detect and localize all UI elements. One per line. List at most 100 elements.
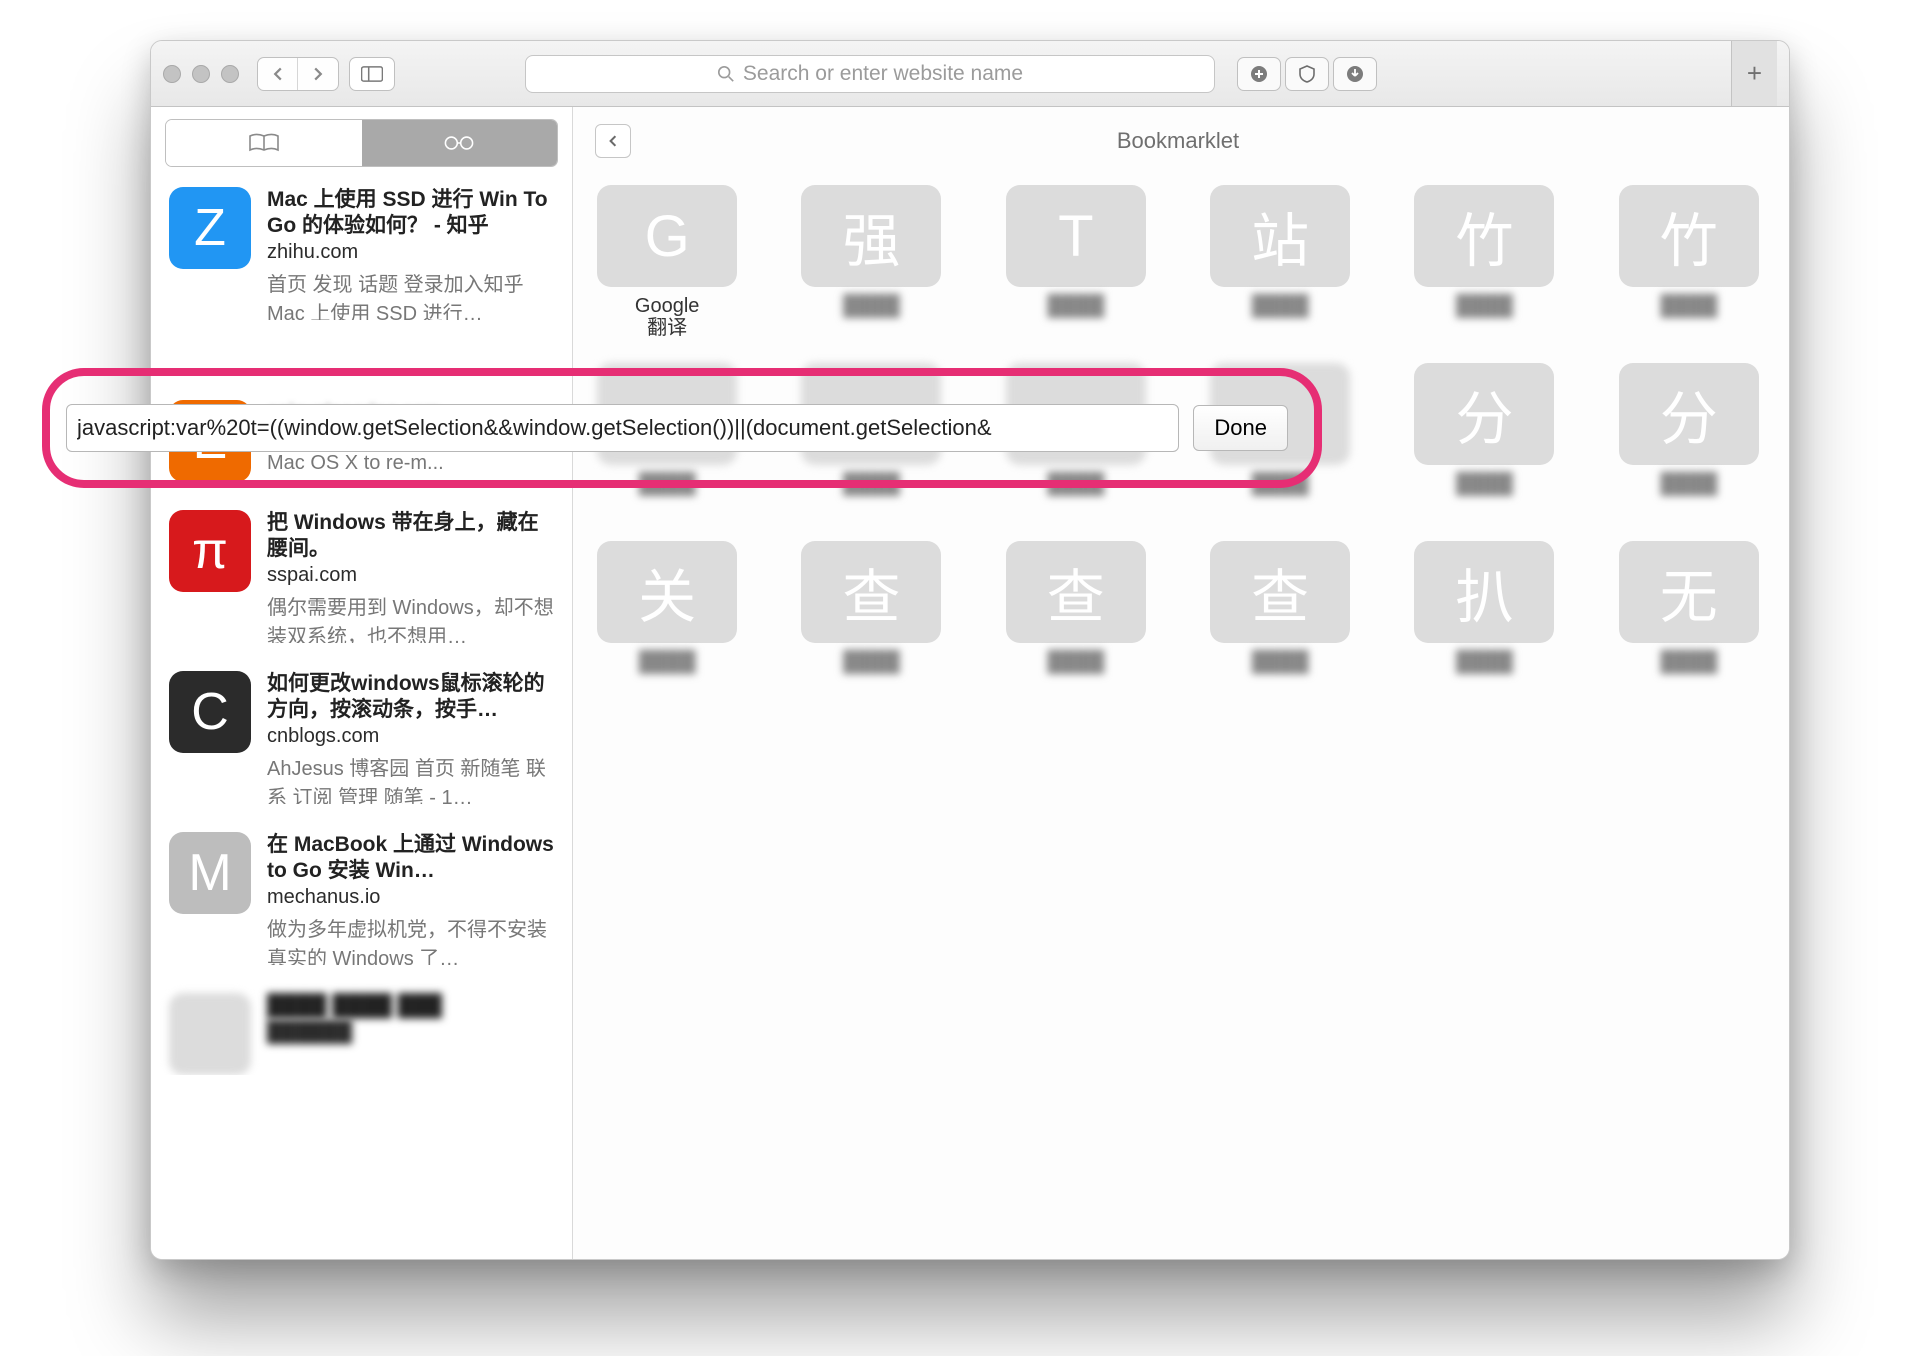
bookmark-tile[interactable]: 查 ████ xyxy=(799,541,943,697)
bookmark-tile[interactable]: 竹 ████ xyxy=(1412,185,1556,341)
bookmark-tile[interactable]: 扒 ████ xyxy=(1412,541,1556,697)
bookmark-thumb: 无 xyxy=(1619,541,1759,643)
edit-bookmark-url-popover: Done xyxy=(42,368,1322,488)
bookmark-tile[interactable]: 无 ████ xyxy=(1617,541,1761,697)
zoom-window-button[interactable] xyxy=(221,65,239,83)
book-icon xyxy=(247,132,281,154)
bookmark-thumb: T xyxy=(1006,185,1146,287)
chevron-right-icon xyxy=(311,67,325,81)
bookmark-thumb: 查 xyxy=(1006,541,1146,643)
bookmark-label: ████ xyxy=(1047,295,1104,341)
downloads-button[interactable] xyxy=(1333,57,1377,91)
search-icon xyxy=(717,65,735,83)
bookmarks-tab[interactable] xyxy=(166,120,362,166)
bookmark-tile[interactable]: 竹 ████ xyxy=(1617,185,1761,341)
chevron-left-icon xyxy=(271,67,285,81)
bookmark-tile[interactable]: G Google翻译 xyxy=(595,185,739,341)
bookmark-tile[interactable]: 查 ████ xyxy=(1004,541,1148,697)
window-controls xyxy=(163,65,239,83)
item-title: Mac 上使用 SSD 进行 Win To Go 的体验如何？ - 知乎 xyxy=(267,187,554,239)
item-excerpt: 首页 发现 话题 登录加入知乎 Mac 上使用 SSD 进行… xyxy=(267,268,554,320)
item-domain: zhihu.com xyxy=(267,241,554,264)
glasses-icon xyxy=(442,132,476,154)
reading-list-tab[interactable] xyxy=(362,120,558,166)
titlebar: Search or enter website name xyxy=(151,41,1789,107)
bookmark-thumb: 查 xyxy=(801,541,941,643)
bookmark-thumb: 强 xyxy=(801,185,941,287)
sidebar-toggle-button[interactable] xyxy=(349,57,395,91)
bookmark-thumb: 分 xyxy=(1619,363,1759,465)
bookmark-tile[interactable]: 站 ████ xyxy=(1208,185,1352,341)
forward-button[interactable] xyxy=(298,58,338,90)
bookmark-thumb: 关 xyxy=(597,541,737,643)
sidebar: Z Mac 上使用 SSD 进行 Win To Go 的体验如何？ - 知乎 z… xyxy=(151,107,573,1259)
site-favicon: C xyxy=(169,671,251,753)
bookmark-tile[interactable]: 关 ████ xyxy=(595,541,739,697)
reading-list-item[interactable]: M 在 MacBook 上通过 Windows to Go 安装 Win… me… xyxy=(151,820,572,981)
new-tab-button[interactable]: + xyxy=(1731,41,1777,106)
site-favicon: Z xyxy=(169,187,251,269)
bookmark-label: ████ xyxy=(1660,473,1717,519)
safari-window: Search or enter website name xyxy=(150,40,1790,1260)
extension-button-1[interactable] xyxy=(1237,57,1281,91)
sidebar-icon xyxy=(361,66,383,82)
bookmark-label: Google翻译 xyxy=(635,295,700,341)
minimize-window-button[interactable] xyxy=(192,65,210,83)
item-excerpt: AhJesus 博客园 首页 新随笔 联系 订阅 管理 随笔 - 1… xyxy=(267,752,554,804)
item-excerpt: 偶尔需要用到 Windows，却不想装双系统，也不想用… xyxy=(267,591,554,643)
close-window-button[interactable] xyxy=(163,65,181,83)
bookmark-tile[interactable]: 分████ xyxy=(1412,363,1556,519)
bookmark-thumb: 站 xyxy=(1210,185,1350,287)
shield-icon xyxy=(1297,64,1317,84)
site-favicon: M xyxy=(169,832,251,914)
sidebar-mode-toggle xyxy=(165,119,558,167)
reading-list-item[interactable]: π 把 Windows 带在身上，藏在腰间。 sspai.com 偶尔需要用到 … xyxy=(151,498,572,659)
plus-icon: + xyxy=(1747,58,1762,89)
bookmark-label: ████ xyxy=(1456,651,1513,697)
item-domain: mechanus.io xyxy=(267,886,554,909)
bookmark-thumb: 查 xyxy=(1210,541,1350,643)
bookmark-tile[interactable]: 分 ████ xyxy=(1617,363,1761,519)
item-title: 把 Windows 带在身上，藏在腰间。 xyxy=(267,510,554,562)
bookmark-label: ████ xyxy=(1456,295,1513,341)
bookmark-thumb: 竹 xyxy=(1619,185,1759,287)
download-icon xyxy=(1345,64,1365,84)
bookmark-label: ████ xyxy=(1252,651,1309,697)
item-title: 在 MacBook 上通过 Windows to Go 安装 Win… xyxy=(267,832,554,884)
bookmark-tile[interactable]: 查 ████ xyxy=(1208,541,1352,697)
bookmark-thumb: 竹 xyxy=(1414,185,1554,287)
reading-list-item[interactable]: Z Mac 上使用 SSD 进行 Win To Go 的体验如何？ - 知乎 z… xyxy=(151,175,572,336)
bookmark-label: ████ xyxy=(843,651,900,697)
item-title: ████ ████ ███ xyxy=(267,993,442,1019)
reading-list: Z Mac 上使用 SSD 进行 Win To Go 的体验如何？ - 知乎 z… xyxy=(151,175,572,1075)
done-button[interactable]: Done xyxy=(1193,405,1288,451)
bookmark-tile[interactable]: 强 ████ xyxy=(799,185,943,341)
bookmark-label: ████ xyxy=(1456,473,1513,519)
cloud-add-icon xyxy=(1249,64,1269,84)
site-favicon xyxy=(169,993,251,1075)
bookmark-thumb: G xyxy=(597,185,737,287)
site-favicon: π xyxy=(169,510,251,592)
bookmark-url-input[interactable] xyxy=(66,404,1179,452)
nav-back-forward xyxy=(257,57,339,91)
item-domain: sspai.com xyxy=(267,564,554,587)
panel-title: Bookmarklet xyxy=(595,128,1761,154)
bookmark-label: ████ xyxy=(639,651,696,697)
item-title: 如何更改windows鼠标滚轮的方向，按滚动条，按手… xyxy=(267,671,554,723)
bookmark-thumb: 扒 xyxy=(1414,541,1554,643)
address-bar[interactable]: Search or enter website name xyxy=(525,55,1215,93)
adblock-button[interactable] xyxy=(1285,57,1329,91)
reading-list-item[interactable]: C 如何更改windows鼠标滚轮的方向，按滚动条，按手… cnblogs.co… xyxy=(151,659,572,820)
bookmark-label: ████ xyxy=(1047,651,1104,697)
item-domain: ██████ xyxy=(267,1021,442,1044)
reading-list-item[interactable]: ████ ████ ███ ██████ xyxy=(151,981,572,1075)
item-domain: cnblogs.com xyxy=(267,725,554,748)
item-excerpt: 做为多年虚拟机党，不得不安装真实的 Windows 了… xyxy=(267,913,554,965)
bookmark-label: ████ xyxy=(1660,295,1717,341)
back-button[interactable] xyxy=(258,58,298,90)
bookmark-label: ████ xyxy=(1252,295,1309,341)
bookmark-label: ████ xyxy=(843,295,900,341)
bookmark-tile[interactable]: T ████ xyxy=(1004,185,1148,341)
address-placeholder: Search or enter website name xyxy=(743,62,1023,86)
bookmark-label: ████ xyxy=(1660,651,1717,697)
